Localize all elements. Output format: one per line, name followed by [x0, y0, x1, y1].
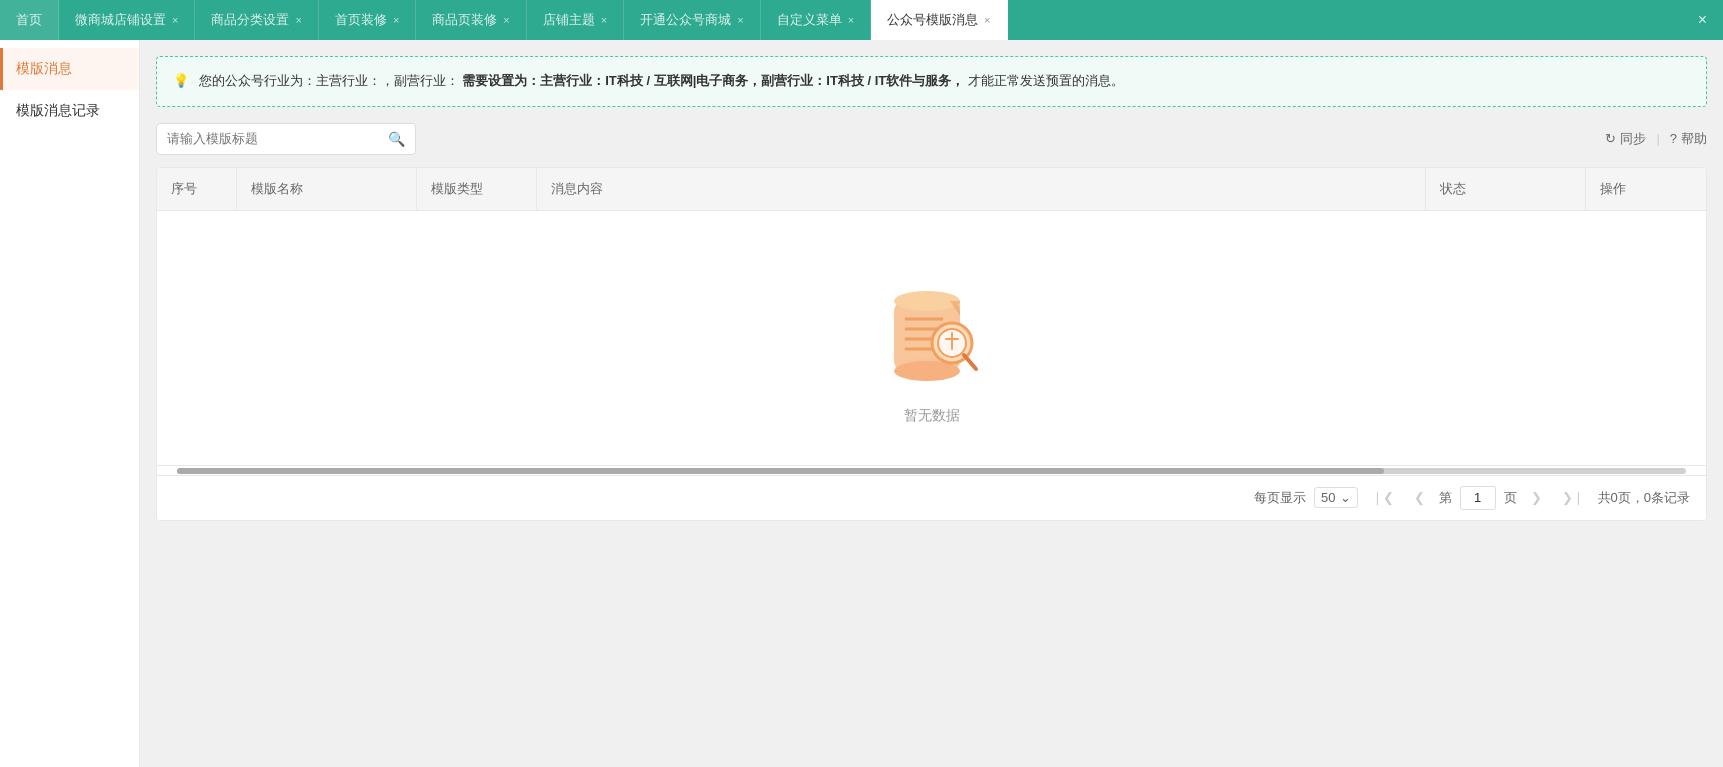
scroll-bar-area[interactable]	[157, 465, 1706, 475]
help-icon: ?	[1670, 131, 1677, 146]
window-close-button[interactable]: ×	[1682, 11, 1723, 29]
search-row: 🔍 ↻ 同步 | ? 帮助	[156, 123, 1707, 155]
page-prefix: 第	[1439, 489, 1452, 507]
col-name: 模版名称	[237, 168, 417, 210]
scroll-thumb[interactable]	[177, 468, 1384, 474]
notice-box: 💡 您的公众号行业为：主营行业：，副营行业： 需要设置为：主营行业：IT科技 /…	[156, 56, 1707, 107]
next-page-button[interactable]: ❯	[1525, 488, 1548, 507]
tab-product-category-close[interactable]: ×	[295, 14, 301, 26]
tab-home-decor-close[interactable]: ×	[393, 14, 399, 26]
empty-state: 暂无数据	[157, 211, 1706, 465]
col-actions: 操作	[1586, 168, 1706, 210]
tab-product-decor-close[interactable]: ×	[503, 14, 509, 26]
scroll-track[interactable]	[177, 468, 1686, 474]
svg-line-10	[964, 355, 976, 369]
col-index: 序号	[157, 168, 237, 210]
page-size-label: 每页显示	[1254, 489, 1306, 507]
sidebar: 模版消息 模版消息记录	[0, 40, 140, 767]
tab-custom-menu[interactable]: 自定义菜单 ×	[761, 0, 871, 40]
tab-custom-menu-close[interactable]: ×	[848, 14, 854, 26]
tab-shop-theme-close[interactable]: ×	[601, 14, 607, 26]
search-icon[interactable]: 🔍	[388, 131, 405, 147]
help-button[interactable]: ? 帮助	[1670, 130, 1707, 148]
prev-page-button[interactable]: ❮	[1408, 488, 1431, 507]
tab-bar: 首页 微商城店铺设置 × 商品分类设置 × 首页装修 × 商品页装修 × 店铺主…	[0, 0, 1723, 40]
toolbar-right: ↻ 同步 | ? 帮助	[1605, 130, 1707, 148]
empty-text: 暂无数据	[904, 407, 960, 425]
data-table: 序号 模版名称 模版类型 消息内容 状态 操作	[156, 167, 1707, 521]
col-type: 模版类型	[417, 168, 537, 210]
tab-product-decor[interactable]: 商品页装修 ×	[416, 0, 526, 40]
last-page-button[interactable]: ❯❘	[1556, 488, 1590, 507]
chevron-down-icon: ⌄	[1340, 490, 1351, 505]
search-input-wrap[interactable]: 🔍	[156, 123, 416, 155]
tab-open-wechat-shop-close[interactable]: ×	[737, 14, 743, 26]
tab-weishop-setting-close[interactable]: ×	[172, 14, 178, 26]
sidebar-item-template-msg[interactable]: 模版消息	[0, 48, 139, 90]
total-label: 共0页，0条记录	[1598, 489, 1690, 507]
tab-product-category[interactable]: 商品分类设置 ×	[195, 0, 318, 40]
page-size-select[interactable]: 50 ⌄	[1314, 487, 1357, 508]
pagination-row: 每页显示 50 ⌄ ❘❮ ❮ 第 页 ❯ ❯❘ 共0页，0条记录	[157, 475, 1706, 520]
content-area: 💡 您的公众号行业为：主营行业：，副营行业： 需要设置为：主营行业：IT科技 /…	[140, 40, 1723, 767]
page-label: 页	[1504, 489, 1517, 507]
tab-template-msg[interactable]: 公众号模版消息 ×	[871, 0, 1007, 40]
sync-icon: ↻	[1605, 131, 1616, 146]
empty-illustration	[872, 271, 992, 391]
table-header: 序号 模版名称 模版类型 消息内容 状态 操作	[157, 168, 1706, 211]
sync-button[interactable]: ↻ 同步	[1605, 130, 1646, 148]
main-layout: 模版消息 模版消息记录 💡 您的公众号行业为：主营行业：，副营行业： 需要设置为…	[0, 40, 1723, 767]
tab-home[interactable]: 首页	[0, 0, 59, 40]
sidebar-item-template-msg-record[interactable]: 模版消息记录	[0, 90, 139, 132]
tab-home-decor[interactable]: 首页装修 ×	[319, 0, 416, 40]
tab-weishop-setting[interactable]: 微商城店铺设置 ×	[59, 0, 195, 40]
tab-shop-theme[interactable]: 店铺主题 ×	[527, 0, 624, 40]
col-content: 消息内容	[537, 168, 1426, 210]
search-input[interactable]	[167, 131, 388, 146]
tab-open-wechat-shop[interactable]: 开通公众号商城 ×	[624, 0, 760, 40]
tab-template-msg-close[interactable]: ×	[984, 14, 990, 26]
page-number-input[interactable]	[1460, 486, 1496, 510]
first-page-button[interactable]: ❘❮	[1366, 488, 1400, 507]
col-status: 状态	[1426, 168, 1586, 210]
bulb-icon: 💡	[173, 73, 189, 88]
toolbar-divider: |	[1656, 131, 1659, 146]
